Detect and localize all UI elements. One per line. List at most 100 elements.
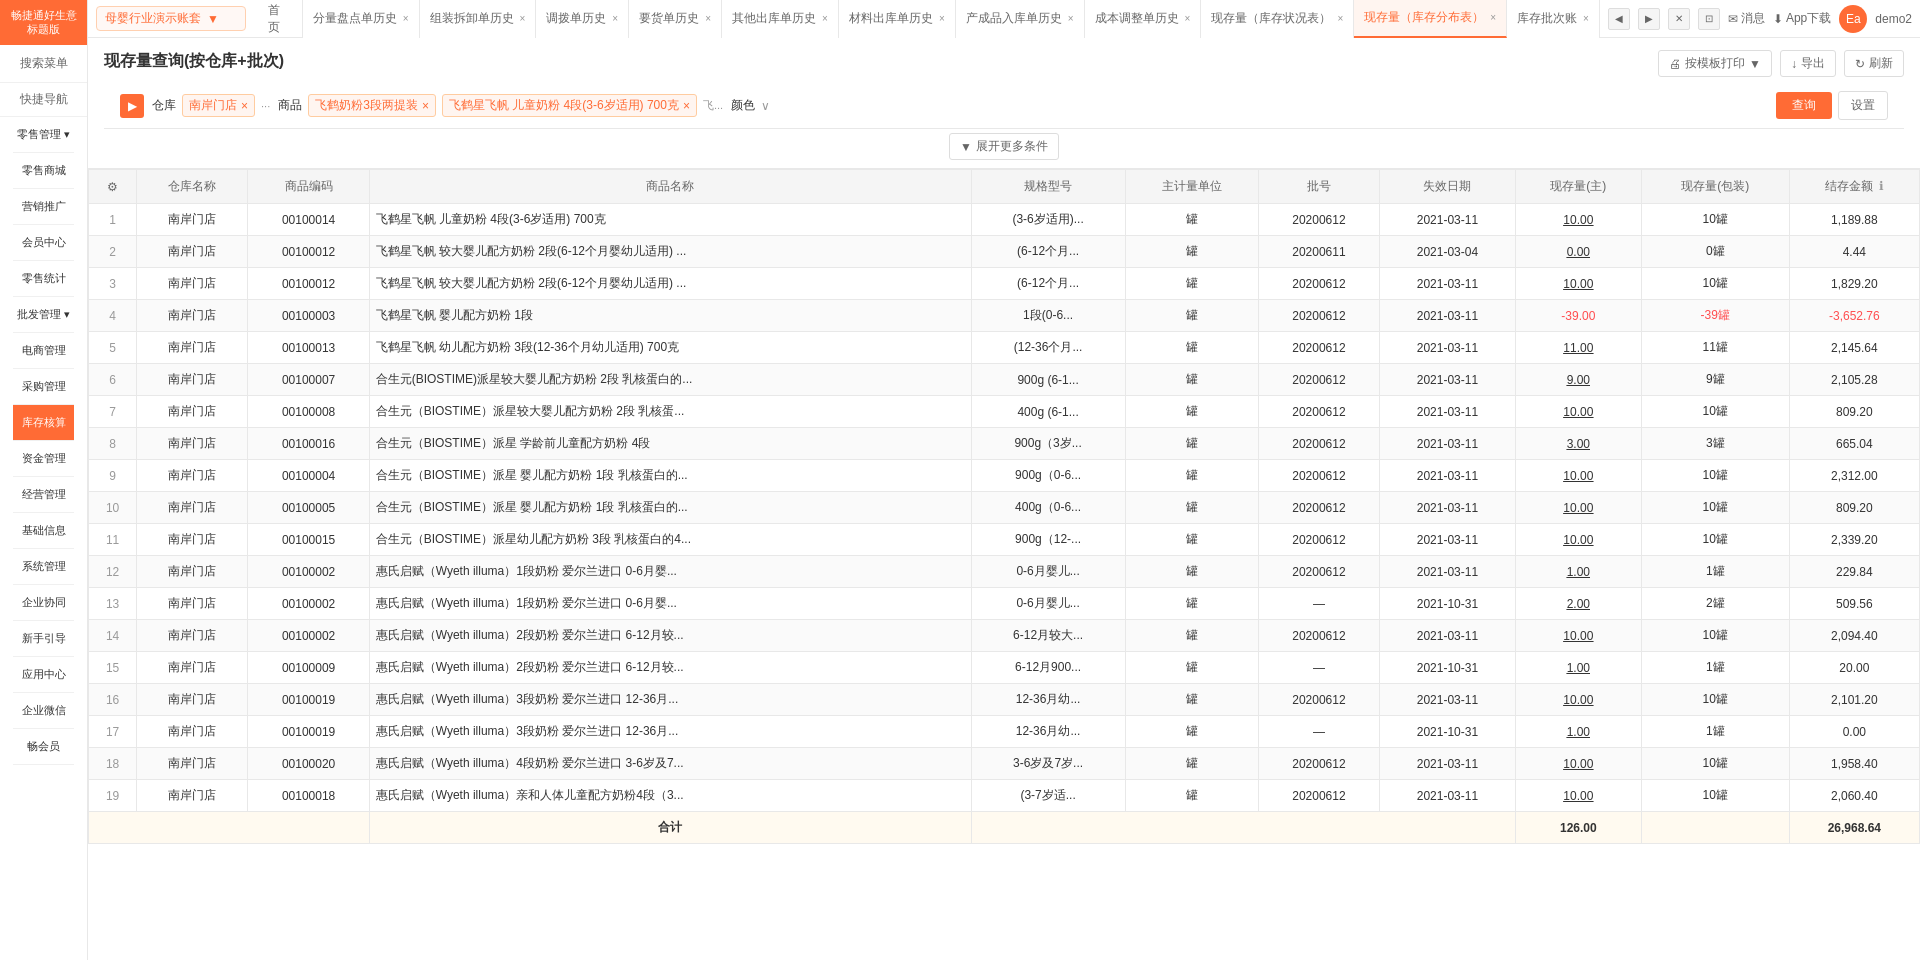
row-stock-main[interactable]: 0.00 — [1515, 236, 1641, 268]
row-stock-main-link[interactable]: 10.00 — [1563, 405, 1593, 419]
sidebar-item-wechat[interactable]: 企业微信 — [13, 693, 74, 729]
tab-other-out-history[interactable]: 其他出库单历史× — [722, 0, 839, 38]
row-stock-main[interactable]: 10.00 — [1515, 460, 1641, 492]
tab-cost-adjust-history[interactable]: 成本调整单历史× — [1085, 0, 1202, 38]
tab-close-split-disk-history[interactable]: × — [403, 13, 409, 24]
tab-close-dispatch-history[interactable]: × — [612, 13, 618, 24]
warehouse-tag-remove[interactable]: × — [241, 99, 248, 113]
username-label[interactable]: demo2 — [1875, 12, 1912, 26]
sidebar-item-ecommerce[interactable]: 电商管理 — [13, 333, 74, 369]
row-stock-main-link[interactable]: 1.00 — [1567, 725, 1590, 739]
row-stock-main[interactable]: 10.00 — [1515, 204, 1641, 236]
row-stock-main-link[interactable]: 1.00 — [1567, 565, 1590, 579]
tab-home[interactable]: 首页 — [256, 0, 303, 38]
row-stock-main-link[interactable]: 3.00 — [1567, 437, 1590, 451]
sidebar-item-purchase[interactable]: 采购管理 — [13, 369, 74, 405]
tab-stock-dist[interactable]: 现存量（库存分布表）× — [1354, 0, 1507, 38]
warehouse-tag[interactable]: 南岸门店 × — [182, 94, 255, 117]
app-download-btn[interactable]: ⬇ App下载 — [1773, 10, 1831, 27]
row-stock-main[interactable]: 10.00 — [1515, 268, 1641, 300]
goods-tag-1[interactable]: 飞鹤奶粉3段两提装 × — [308, 94, 436, 117]
row-stock-main[interactable]: 11.00 — [1515, 332, 1641, 364]
tab-close-goods-requisition-history[interactable]: × — [705, 13, 711, 24]
row-stock-main[interactable]: 9.00 — [1515, 364, 1641, 396]
filter-expand-btn[interactable]: ▶ — [120, 94, 144, 118]
goods-more[interactable]: 飞... — [703, 98, 723, 113]
row-stock-main-link[interactable]: 10.00 — [1563, 789, 1593, 803]
goods-tag-1-remove[interactable]: × — [422, 99, 429, 113]
tab-product-in-history[interactable]: 产成品入库单历史× — [956, 0, 1085, 38]
row-stock-main-link[interactable]: 10.00 — [1563, 277, 1593, 291]
row-stock-main-link[interactable]: 10.00 — [1563, 213, 1593, 227]
tab-batch-voucher[interactable]: 库存批次账× — [1507, 0, 1600, 38]
sidebar-item-wholesale[interactable]: 批发管理 ▾ — [13, 297, 74, 333]
message-btn[interactable]: ✉ 消息 — [1728, 10, 1765, 27]
tab-close-stock-status[interactable]: × — [1337, 13, 1343, 24]
tab-next-btn[interactable]: ▶ — [1638, 8, 1660, 30]
user-avatar[interactable]: Ea — [1839, 5, 1867, 33]
tab-close-product-in-history[interactable]: × — [1068, 13, 1074, 24]
row-stock-main[interactable]: 1.00 — [1515, 716, 1641, 748]
sidebar-search[interactable]: 搜索菜单 — [0, 45, 87, 83]
row-stock-main-link[interactable]: 10.00 — [1563, 629, 1593, 643]
row-stock-main[interactable]: 10.00 — [1515, 684, 1641, 716]
row-stock-main[interactable]: 10.00 — [1515, 524, 1641, 556]
refresh-button[interactable]: ↻ 刷新 — [1844, 50, 1904, 77]
row-stock-main-link[interactable]: 1.00 — [1567, 661, 1590, 675]
row-stock-main-link[interactable]: 9.00 — [1567, 373, 1590, 387]
goods-tag-2-remove[interactable]: × — [683, 99, 690, 113]
export-button[interactable]: ↓ 导出 — [1780, 50, 1836, 77]
sidebar-item-vip[interactable]: 畅会员 — [13, 729, 74, 765]
row-stock-main[interactable]: 10.00 — [1515, 492, 1641, 524]
row-stock-main-link[interactable]: 10.00 — [1563, 469, 1593, 483]
tab-dispatch-history[interactable]: 调拨单历史× — [536, 0, 629, 38]
goods-tag-2[interactable]: 飞鹤星飞帆 儿童奶粉 4段(3-6岁适用) 700克 × — [442, 94, 697, 117]
sidebar-item-member-center[interactable]: 会员中心 — [13, 225, 74, 261]
sidebar-item-enterprise[interactable]: 企业协同 — [13, 585, 74, 621]
sidebar-item-marketing[interactable]: 营销推广 — [13, 189, 74, 225]
query-button[interactable]: 查询 — [1776, 92, 1832, 119]
tab-close-btn[interactable]: ✕ — [1668, 8, 1690, 30]
sidebar-item-finance[interactable]: 资金管理 — [13, 441, 74, 477]
sidebar-item-retail-stats[interactable]: 零售统计 — [13, 261, 74, 297]
row-stock-main[interactable]: 1.00 — [1515, 556, 1641, 588]
sidebar-item-inventory[interactable]: 库存核算 — [13, 405, 74, 441]
tab-close-disassemble-history[interactable]: × — [520, 13, 526, 24]
tab-close-cost-adjust-history[interactable]: × — [1185, 13, 1191, 24]
sidebar-item-retail-store[interactable]: 零售商城 — [13, 153, 74, 189]
balance-info-icon[interactable]: ℹ — [1879, 179, 1884, 193]
tab-stock-status[interactable]: 现存量（库存状况表）× — [1201, 0, 1354, 38]
row-stock-main[interactable]: 10.00 — [1515, 748, 1641, 780]
row-stock-main[interactable]: -39.00 — [1515, 300, 1641, 332]
tab-close-stock-dist[interactable]: × — [1490, 12, 1496, 23]
row-stock-main-link[interactable]: 10.00 — [1563, 533, 1593, 547]
tab-split-disk-history[interactable]: 分量盘点单历史× — [303, 0, 420, 38]
more-conditions-btn[interactable]: ▼ 展开更多条件 — [949, 133, 1059, 160]
tab-material-out-history[interactable]: 材料出库单历史× — [839, 0, 956, 38]
tab-close-batch-voucher[interactable]: × — [1583, 13, 1589, 24]
tab-close-material-out-history[interactable]: × — [939, 13, 945, 24]
sidebar-item-system[interactable]: 系统管理 — [13, 549, 74, 585]
row-stock-main[interactable]: 3.00 — [1515, 428, 1641, 460]
row-stock-main-link[interactable]: 10.00 — [1563, 757, 1593, 771]
row-stock-main[interactable]: 10.00 — [1515, 780, 1641, 812]
tab-prev-btn[interactable]: ◀ — [1608, 8, 1630, 30]
row-stock-main-link[interactable]: 10.00 — [1563, 501, 1593, 515]
sidebar-item-basic-info[interactable]: 基础信息 — [13, 513, 74, 549]
account-dropdown[interactable]: 母婴行业演示账套 ▼ — [96, 6, 246, 31]
sidebar-logo[interactable]: 畅捷通好生意 标题版 — [0, 0, 87, 45]
row-stock-main[interactable]: 2.00 — [1515, 588, 1641, 620]
row-stock-main-link[interactable]: 11.00 — [1563, 341, 1593, 355]
row-stock-main-link[interactable]: 0.00 — [1567, 245, 1590, 259]
tab-close-other-out-history[interactable]: × — [822, 13, 828, 24]
print-button[interactable]: 🖨 按模板打印 ▼ — [1658, 50, 1772, 77]
tab-goods-requisition-history[interactable]: 要货单历史× — [629, 0, 722, 38]
tab-expand-btn[interactable]: ⊡ — [1698, 8, 1720, 30]
sidebar-item-app-center[interactable]: 应用中心 — [13, 657, 74, 693]
sidebar-item-guide[interactable]: 新手引导 — [13, 621, 74, 657]
row-stock-main-link[interactable]: 10.00 — [1563, 693, 1593, 707]
row-stock-main[interactable]: 1.00 — [1515, 652, 1641, 684]
sidebar-quick-nav[interactable]: 快捷导航 — [0, 83, 87, 117]
row-stock-main[interactable]: 10.00 — [1515, 620, 1641, 652]
row-stock-main-link[interactable]: 2.00 — [1567, 597, 1590, 611]
